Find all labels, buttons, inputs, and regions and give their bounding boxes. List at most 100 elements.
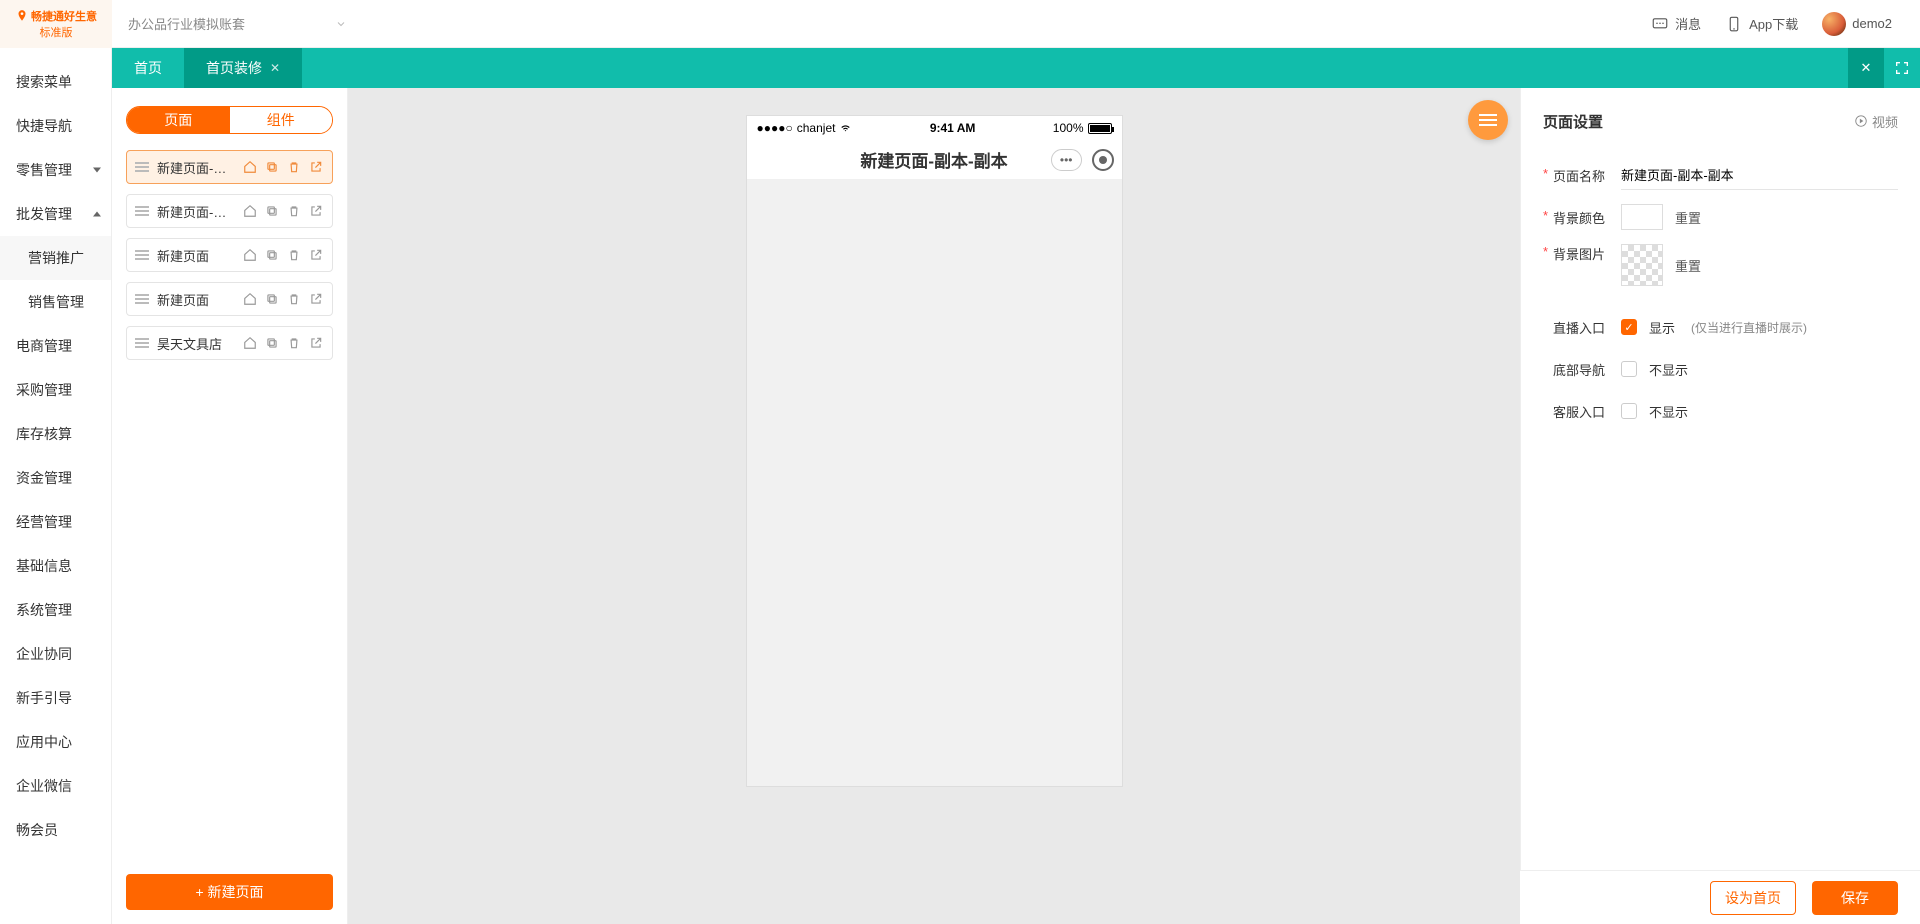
copy-icon[interactable] (264, 203, 280, 219)
image-swatch[interactable] (1621, 244, 1663, 286)
close-all-button[interactable]: ✕ (1848, 48, 1884, 88)
copy-icon[interactable] (264, 291, 280, 307)
external-icon[interactable] (308, 247, 324, 263)
drag-icon[interactable] (135, 294, 149, 304)
save-button[interactable]: 保存 (1812, 881, 1898, 915)
more-icon[interactable]: ••• (1051, 149, 1082, 171)
external-icon[interactable] (308, 335, 324, 351)
context-selector[interactable]: 办公品行业模拟账套 (112, 14, 372, 33)
sidebar-label: 畅会员 (16, 820, 58, 840)
messages-action[interactable]: 消息 (1651, 14, 1701, 33)
delete-icon[interactable] (286, 203, 302, 219)
sidebar-label: 零售管理 (16, 160, 72, 180)
sidebar-item-funds[interactable]: 资金管理 (0, 456, 111, 500)
live-checkbox[interactable]: ✓ (1621, 319, 1637, 335)
bottomnav-checkbox[interactable] (1621, 361, 1637, 377)
toggle-panel-button[interactable] (1468, 100, 1508, 140)
delete-icon[interactable] (286, 335, 302, 351)
delete-icon[interactable] (286, 247, 302, 263)
home-icon[interactable] (242, 159, 258, 175)
sidebar-item-operations[interactable]: 经营管理 (0, 500, 111, 544)
sidebar-item-marketing[interactable]: 营销推广 (0, 236, 111, 280)
delete-icon[interactable] (286, 291, 302, 307)
sidebar-label: 新手引导 (16, 688, 72, 708)
segment-control: 页面 组件 (126, 106, 333, 134)
page-name: 新建页面 (157, 246, 236, 265)
page-list: 新建页面-副本… 新建页面-副本 (126, 150, 333, 862)
field-label: 客服入口 (1543, 402, 1621, 421)
video-link[interactable]: 视频 (1854, 112, 1898, 131)
home-icon[interactable] (242, 335, 258, 351)
copy-icon[interactable] (264, 247, 280, 263)
messages-label: 消息 (1675, 14, 1701, 33)
sidebar-item-system[interactable]: 系统管理 (0, 588, 111, 632)
sidebar-item-inventory[interactable]: 库存核算 (0, 412, 111, 456)
sidebar-item-apps[interactable]: 应用中心 (0, 720, 111, 764)
seg-component[interactable]: 组件 (230, 107, 333, 133)
home-icon[interactable] (242, 247, 258, 263)
sidebar-item-member[interactable]: 畅会员 (0, 808, 111, 852)
top-header: 畅捷通好生意 标准版 办公品行业模拟账套 消息 App下载 demo2 (0, 0, 1920, 48)
sidebar-item-ecommerce[interactable]: 电商管理 (0, 324, 111, 368)
seg-page[interactable]: 页面 (127, 107, 230, 133)
fullscreen-button[interactable] (1884, 48, 1920, 88)
user-action[interactable]: demo2 (1822, 12, 1892, 36)
drag-icon[interactable] (135, 338, 149, 348)
external-icon[interactable] (308, 159, 324, 175)
sidebar-item-wholesale[interactable]: 批发管理 (0, 192, 111, 236)
sidebar-item-basic[interactable]: 基础信息 (0, 544, 111, 588)
page-row[interactable]: 新建页面-副本… (126, 150, 333, 184)
target-icon[interactable] (1092, 149, 1114, 171)
drag-icon[interactable] (135, 250, 149, 260)
field-live: 直播入口 ✓ 显示 (仅当进行直播时展示) (1543, 306, 1898, 348)
sidebar-label: 库存核算 (16, 424, 72, 444)
close-icon[interactable]: ✕ (270, 61, 280, 75)
copy-icon[interactable] (264, 335, 280, 351)
chevron-down-icon (93, 168, 101, 173)
home-icon[interactable] (242, 291, 258, 307)
drag-icon[interactable] (135, 206, 149, 216)
field-bg-color: 背景颜色 重置 (1543, 196, 1898, 238)
delete-icon[interactable] (286, 159, 302, 175)
copy-icon[interactable] (264, 159, 280, 175)
service-checkbox[interactable] (1621, 403, 1637, 419)
sidebar-item-search[interactable]: 搜索菜单 (0, 60, 111, 104)
tab-decorate[interactable]: 首页装修 ✕ (184, 48, 302, 88)
drag-icon[interactable] (135, 162, 149, 172)
sidebar-item-sales[interactable]: 销售管理 (0, 280, 111, 324)
page-row[interactable]: 昊天文具店 (126, 326, 333, 360)
video-label: 视频 (1872, 112, 1898, 131)
chevron-down-icon (335, 18, 347, 30)
sidebar-item-purchase[interactable]: 采购管理 (0, 368, 111, 412)
external-icon[interactable] (308, 203, 324, 219)
page-name-input[interactable] (1621, 160, 1898, 190)
sidebar: 搜索菜单 快捷导航 零售管理 批发管理 营销推广 销售管理 电商管理 采购管理 … (0, 48, 112, 924)
page-name: 新建页面 (157, 290, 236, 309)
expand-icon (1894, 60, 1910, 76)
chat-icon (1651, 15, 1669, 33)
sidebar-item-collab[interactable]: 企业协同 (0, 632, 111, 676)
phone-statusbar: ●●●●○chanjet 9:41 AM 100% (747, 116, 1122, 140)
download-action[interactable]: App下载 (1725, 14, 1798, 33)
page-row[interactable]: 新建页面-副本 (126, 194, 333, 228)
checkbox-label: 显示 (1649, 318, 1675, 337)
reset-color-button[interactable]: 重置 (1675, 208, 1701, 227)
phone-titlebar: 新建页面-副本-副本 ••• (747, 140, 1122, 180)
new-page-button[interactable]: + 新建页面 (126, 874, 333, 910)
color-swatch[interactable] (1621, 204, 1663, 230)
button-label: 保存 (1841, 888, 1869, 908)
sidebar-item-quicknav[interactable]: 快捷导航 (0, 104, 111, 148)
reset-image-button[interactable]: 重置 (1675, 256, 1701, 275)
sidebar-item-guide[interactable]: 新手引导 (0, 676, 111, 720)
home-icon[interactable] (242, 203, 258, 219)
external-icon[interactable] (308, 291, 324, 307)
page-row[interactable]: 新建页面 (126, 238, 333, 272)
tab-home[interactable]: 首页 (112, 48, 184, 88)
sidebar-item-wechat[interactable]: 企业微信 (0, 764, 111, 808)
set-home-button[interactable]: 设为首页 (1710, 881, 1796, 915)
sidebar-item-retail[interactable]: 零售管理 (0, 148, 111, 192)
phone-body[interactable] (747, 180, 1122, 786)
page-row[interactable]: 新建页面 (126, 282, 333, 316)
sidebar-label: 资金管理 (16, 468, 72, 488)
menu-icon (1479, 119, 1497, 121)
